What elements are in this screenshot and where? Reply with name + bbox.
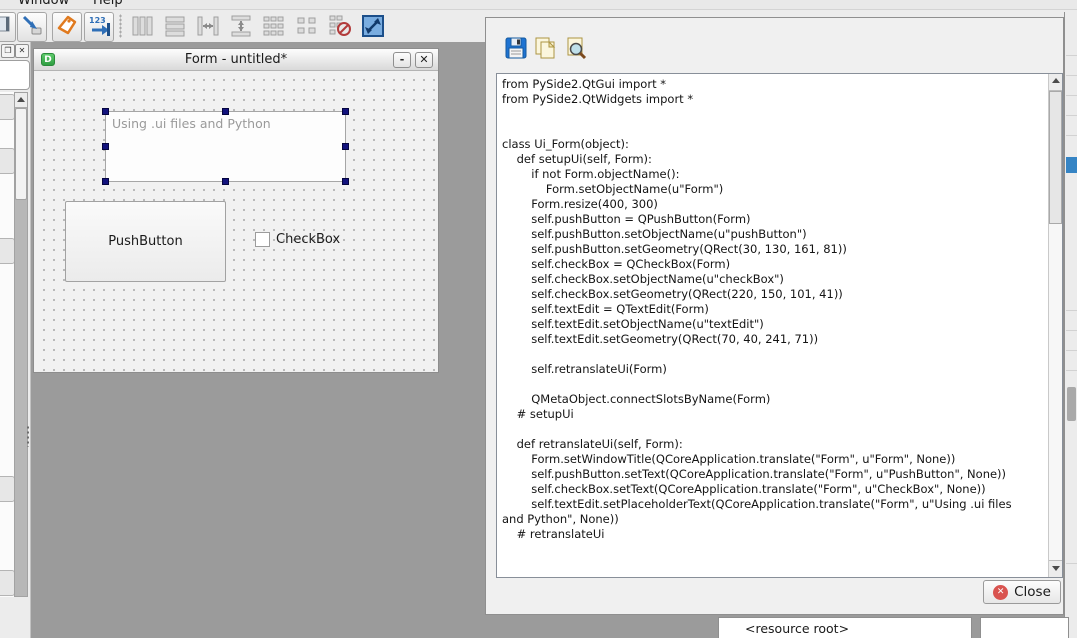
selection-handle-bottom-left[interactable] <box>102 178 109 185</box>
adjust-size-button[interactable] <box>361 14 385 38</box>
toolbar-separator <box>119 14 122 38</box>
widget-category-header[interactable] <box>0 148 15 174</box>
widget-box-list <box>0 92 14 597</box>
adjust-size-icon <box>361 14 385 38</box>
selection-handle-bottom-right[interactable] <box>342 178 349 185</box>
scroll-down-icon[interactable] <box>1049 560 1062 577</box>
code-scrollbar[interactable] <box>1048 74 1062 577</box>
qt-designer-screen: Window Help 123 <box>0 0 1077 638</box>
selection-handle-bottom-center[interactable] <box>222 178 229 185</box>
edit-widgets-icon <box>0 14 12 40</box>
edit-buddies-icon <box>55 13 79 41</box>
layout-grid-button[interactable] <box>262 14 286 38</box>
break-layout-button[interactable] <box>328 14 352 38</box>
find-icon <box>564 36 589 60</box>
widget-category-header[interactable] <box>0 238 15 264</box>
widget-category-header[interactable] <box>0 94 15 120</box>
find-button[interactable] <box>564 36 590 62</box>
edit-signals-slots-button[interactable] <box>17 12 47 42</box>
selection-handle-mid-left[interactable] <box>102 143 109 150</box>
code-editor[interactable]: from PySide2.QtGui import * from PySide2… <box>496 73 1063 578</box>
code-scroll-thumb[interactable] <box>1049 91 1062 224</box>
edit-buddies-button[interactable] <box>52 12 82 42</box>
menu-bar: Window Help <box>0 0 1077 10</box>
selection-handle-top-center[interactable] <box>222 108 229 115</box>
dock-close-button[interactable]: ✕ <box>15 44 29 58</box>
widget-filter-input[interactable] <box>0 60 30 90</box>
layout-vertical-splitter-button[interactable] <box>229 14 253 38</box>
close-button[interactable]: ✕ Close <box>983 580 1061 604</box>
widget-category-header[interactable] <box>0 476 15 502</box>
close-x-icon: ✕ <box>993 585 1008 600</box>
form-close-button[interactable]: ✕ <box>415 52 433 68</box>
layout-horizontal-button[interactable] <box>130 14 154 38</box>
form-titlebar[interactable]: D Form - untitled* - ✕ <box>34 49 438 71</box>
property-scroll-thumb[interactable] <box>1067 387 1076 421</box>
edit-tab-order-icon: 123 <box>87 15 111 39</box>
panel-splitter-handle[interactable] <box>26 425 30 447</box>
dock-float-button[interactable]: ❐ <box>1 44 15 58</box>
layout-form-icon <box>295 14 319 38</box>
resource-browser-list[interactable] <box>980 617 1069 638</box>
layout-horizontal-splitter-button[interactable] <box>196 14 220 38</box>
layout-grid-icon <box>262 14 286 38</box>
edit-widgets-button[interactable] <box>0 12 16 42</box>
checkbox-label: CheckBox <box>276 232 340 247</box>
code-text[interactable]: from PySide2.QtGui import * from PySide2… <box>502 77 1042 542</box>
copy-icon <box>533 36 558 60</box>
selection-handle-top-left[interactable] <box>102 108 109 115</box>
layout-form-button[interactable] <box>295 14 319 38</box>
menu-item-help[interactable]: Help <box>93 0 123 8</box>
layout-vertical-button[interactable] <box>163 14 187 38</box>
layout-vertical-icon <box>163 14 187 38</box>
text-edit-widget[interactable]: Using .ui files and Python <box>105 111 346 182</box>
form-window-title: Form - untitled* <box>34 52 438 67</box>
form-minimize-button[interactable]: - <box>393 52 411 68</box>
selection-handle-mid-right[interactable] <box>342 143 349 150</box>
edit-signals-slots-icon <box>20 13 44 41</box>
property-panel-sliver <box>1064 12 1077 638</box>
checkbox-indicator[interactable] <box>255 232 270 247</box>
close-button-label: Close <box>1014 584 1051 600</box>
save-icon <box>504 36 528 60</box>
selection-handle-top-right[interactable] <box>342 108 349 115</box>
scroll-up-icon[interactable] <box>1049 74 1062 91</box>
menu-item-window[interactable]: Window <box>18 0 69 8</box>
push-button-widget[interactable]: PushButton <box>65 201 226 282</box>
check-box-widget[interactable]: CheckBox <box>255 229 340 249</box>
form-window: D Form - untitled* - ✕ Using .ui files a… <box>33 48 439 373</box>
edit-tab-order-button[interactable]: 123 <box>84 12 114 42</box>
save-button[interactable] <box>504 36 530 62</box>
form-canvas[interactable]: Using .ui files and Python PushButton Ch… <box>35 71 437 371</box>
widget-box-scroll-thumb[interactable] <box>15 108 27 200</box>
layout-horizontal-icon <box>130 14 154 38</box>
break-layout-icon <box>328 14 352 38</box>
resource-browser-tree[interactable]: <resource root> <box>718 617 972 638</box>
widget-category-header[interactable] <box>0 570 15 596</box>
selected-property-row[interactable] <box>1066 157 1077 173</box>
resource-root-item[interactable]: <resource root> <box>745 621 849 636</box>
widget-box-scrollbar[interactable] <box>14 92 28 597</box>
code-view-dialog: from PySide2.QtGui import * from PySide2… <box>485 17 1064 615</box>
layout-horizontal-splitter-icon <box>196 14 220 38</box>
layout-vertical-splitter-icon <box>229 14 253 38</box>
widget-box-panel: ❐ ✕ <box>0 42 31 638</box>
scroll-up-icon[interactable] <box>15 93 27 108</box>
copy-button[interactable] <box>533 36 559 62</box>
